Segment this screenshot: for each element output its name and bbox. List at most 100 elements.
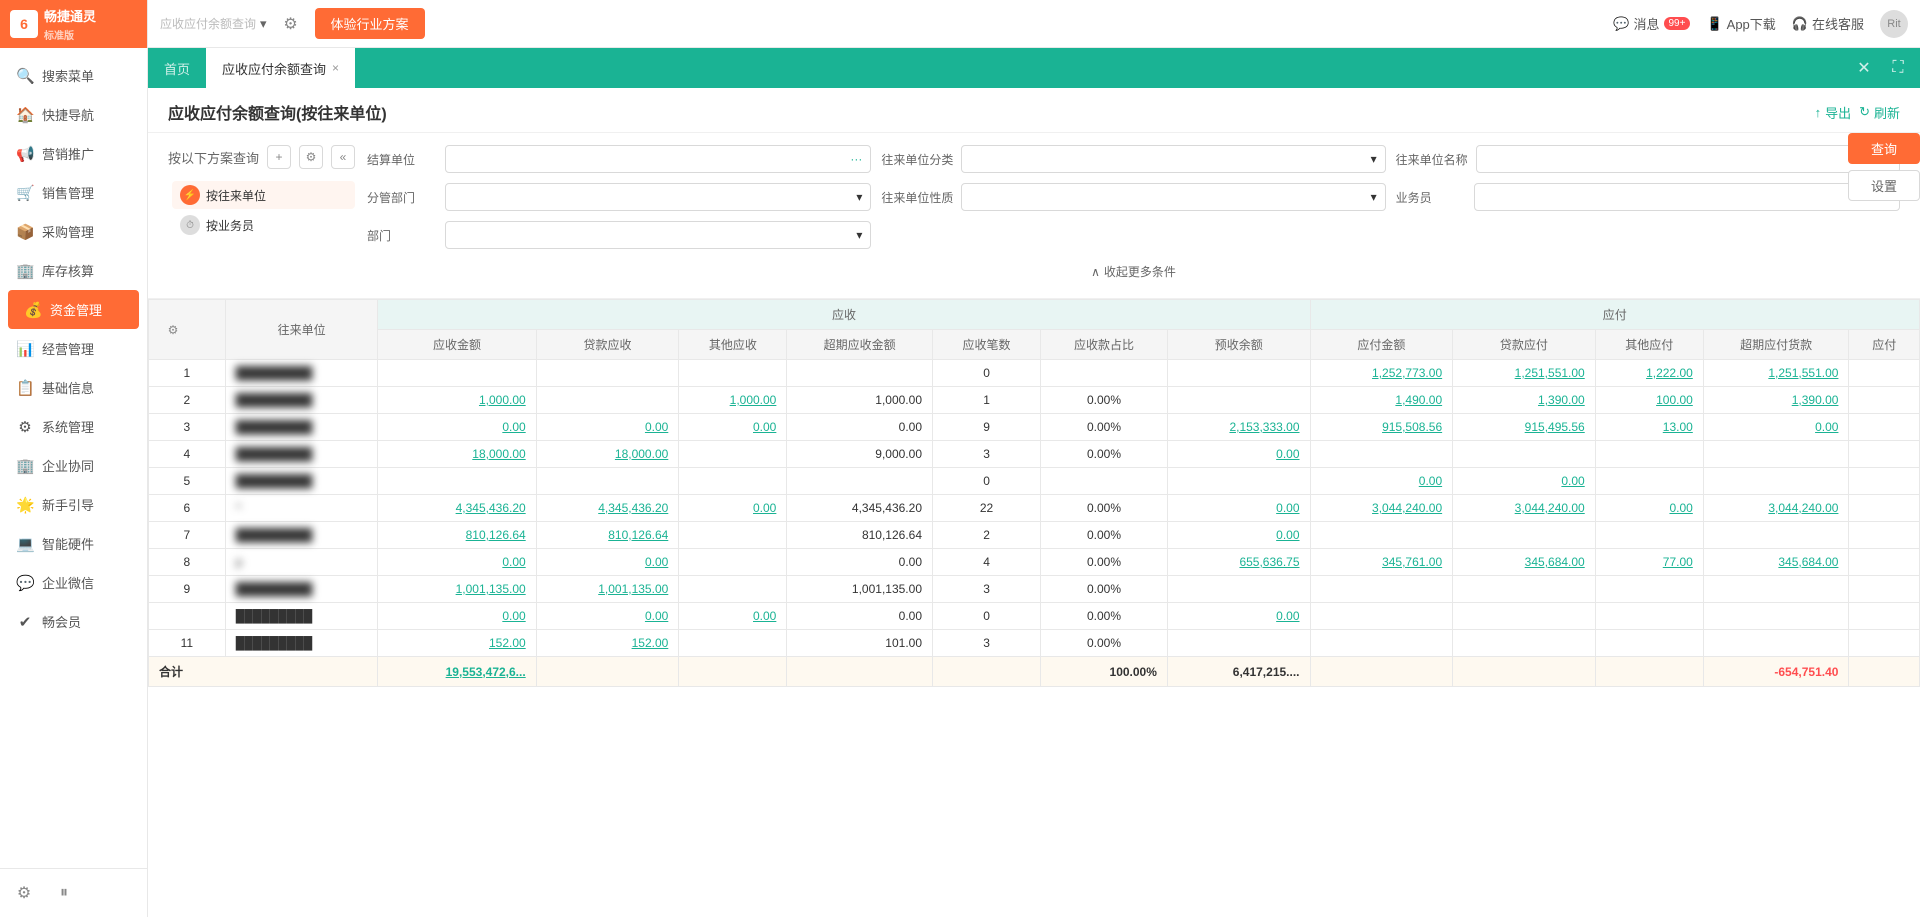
cell-rownum: 9 bbox=[149, 576, 226, 603]
cell-ar-ratio: 0.00% bbox=[1041, 495, 1168, 522]
export-icon: ↑ bbox=[1815, 105, 1822, 120]
sidebar-item-corp[interactable]: 🏢 企业协同 bbox=[0, 446, 147, 485]
app-download-btn[interactable]: 📱 App下载 bbox=[1706, 14, 1775, 33]
sidebar-item-marketing[interactable]: 📢 营销推广 bbox=[0, 134, 147, 173]
dept-input[interactable]: ▾ bbox=[445, 183, 871, 211]
main-content: 应收应付余额查询(按往来单位) ↑ 导出 ↻ 刷新 按以下方案查询 bbox=[148, 88, 1920, 917]
cell-ap-extra bbox=[1849, 576, 1920, 603]
department-input[interactable]: ▾ bbox=[445, 221, 871, 249]
refresh-btn[interactable]: ↻ 刷新 bbox=[1859, 103, 1900, 122]
app-icon: 📱 bbox=[1706, 16, 1722, 32]
unit-category-input[interactable]: ▾ bbox=[961, 145, 1385, 173]
department-label: 部门 bbox=[367, 227, 437, 244]
sidebar-icon-inventory: 🏢 bbox=[16, 262, 34, 280]
refresh-icon: ↻ bbox=[1859, 104, 1870, 120]
sidebar-item-ops[interactable]: 📊 经营管理 bbox=[0, 329, 147, 368]
sidebar-label-corp: 企业协同 bbox=[42, 456, 94, 475]
th-unit: 往来单位 bbox=[225, 300, 378, 360]
promo-btn[interactable]: 体验行业方案 bbox=[315, 8, 425, 39]
filter-unit-nature: 往来单位性质 ▾ bbox=[881, 183, 1385, 211]
collapse-scheme-btn[interactable]: « bbox=[331, 145, 355, 169]
export-btn[interactable]: ↑ 导出 bbox=[1815, 103, 1852, 122]
cell-ar-loan: 0.00 bbox=[536, 414, 679, 441]
cell-ar-loan: 4,345,436.20 bbox=[536, 495, 679, 522]
cell-ar-ratio: 0.00% bbox=[1041, 387, 1168, 414]
cell-ap-other: 0.00 bbox=[1595, 495, 1703, 522]
scheme-by-staff[interactable]: ⏱ 按业务员 bbox=[172, 211, 355, 239]
unit-name-input[interactable] bbox=[1476, 145, 1900, 173]
th-settings[interactable]: ⚙ bbox=[149, 300, 226, 360]
sidebar-item-system[interactable]: ⚙ 系统管理 bbox=[0, 407, 147, 446]
sidebar-item-basic[interactable]: 📋 基础信息 bbox=[0, 368, 147, 407]
tab-home[interactable]: 首页 bbox=[148, 48, 206, 88]
th-ap-group: 应付 bbox=[1310, 300, 1919, 330]
tab-ar-balance-label: 应收应付余额查询 bbox=[222, 59, 326, 78]
cell-ar-amount: 0.00 bbox=[378, 549, 536, 576]
sidebar-item-sales[interactable]: 🛒 销售管理 bbox=[0, 173, 147, 212]
cell-ar-loan: 810,126.64 bbox=[536, 522, 679, 549]
filter-scheme-panel: 按以下方案查询 + ⚙ « ⚡ 按往来单位 ⏱ 按业务员 bbox=[168, 145, 355, 286]
user-avatar[interactable]: Rit bbox=[1880, 10, 1908, 38]
sidebar-item-hardware[interactable]: 💻 智能硬件 bbox=[0, 524, 147, 563]
cell-ap-other bbox=[1595, 522, 1703, 549]
cell-ap-extra bbox=[1849, 549, 1920, 576]
salesman-input[interactable]: ··· bbox=[1474, 183, 1900, 211]
cell-ap-other: 1,222.00 bbox=[1595, 360, 1703, 387]
sidebar-item-search[interactable]: 🔍 搜索菜单 bbox=[0, 56, 147, 95]
settings-bottom-btn[interactable]: ⚙ bbox=[8, 877, 40, 909]
cell-ar-ratio: 0.00% bbox=[1041, 441, 1168, 468]
add-scheme-btn[interactable]: + bbox=[267, 145, 291, 169]
cell-advance: 0.00 bbox=[1167, 495, 1310, 522]
footer-label: 合计 bbox=[149, 657, 378, 687]
header-gear-btn[interactable]: ⚙ bbox=[277, 10, 305, 38]
cell-ap-loan bbox=[1453, 441, 1596, 468]
scheme-by-unit[interactable]: ⚡ 按往来单位 bbox=[172, 181, 355, 209]
sidebar-menu: 🔍 搜索菜单 🏠 快捷导航 📢 营销推广 🛒 销售管理 📦 采购管理 🏢 库存核… bbox=[0, 48, 147, 868]
table-row: 5 █████████ 0 0.00 0.00 bbox=[149, 468, 1920, 495]
query-btn[interactable]: 查询 bbox=[1848, 133, 1920, 164]
sidebar-item-inventory[interactable]: 🏢 库存核算 bbox=[0, 251, 147, 290]
unit-nature-label: 往来单位性质 bbox=[881, 189, 953, 206]
cell-ar-other bbox=[679, 630, 787, 657]
sidebar-item-quicknav[interactable]: 🏠 快捷导航 bbox=[0, 95, 147, 134]
tab-ar-balance[interactable]: 应收应付余额查询 × bbox=[206, 48, 355, 88]
sidebar-item-purchase[interactable]: 📦 采购管理 bbox=[0, 212, 147, 251]
collapse-sidebar-btn[interactable]: ⏸ bbox=[48, 877, 80, 909]
sidebar-item-funds[interactable]: 💰 资金管理 bbox=[8, 290, 139, 329]
unit-nature-input[interactable]: ▾ bbox=[961, 183, 1385, 211]
cell-ap-loan: 1,390.00 bbox=[1453, 387, 1596, 414]
cell-advance bbox=[1167, 576, 1310, 603]
sidebar-item-guide[interactable]: 🌟 新手引导 bbox=[0, 485, 147, 524]
cell-ap-other bbox=[1595, 468, 1703, 495]
cell-ar-count: 3 bbox=[933, 630, 1041, 657]
breadcrumb-chevron: ▾ bbox=[260, 16, 267, 32]
cell-ap-amount bbox=[1310, 603, 1453, 630]
footer-ar-amount[interactable]: 19,553,472,6... bbox=[378, 657, 536, 687]
edit-scheme-btn[interactable]: ⚙ bbox=[299, 145, 323, 169]
sidebar-label-inventory: 库存核算 bbox=[42, 261, 94, 280]
online-service-btn[interactable]: 🎧 在线客服 bbox=[1792, 14, 1864, 33]
tabbar-close-btn[interactable]: ✕ bbox=[1850, 54, 1878, 82]
sidebar-item-member[interactable]: ✔ 畅会员 bbox=[0, 602, 147, 641]
cell-ar-amount: 0.00 bbox=[378, 414, 536, 441]
cell-ar-amount: 0.00 bbox=[378, 603, 536, 630]
sidebar-item-wechat[interactable]: 💬 企业微信 bbox=[0, 563, 147, 602]
table-row: █████████ 0.00 0.00 0.00 0.00 0 0.00% 0.… bbox=[149, 603, 1920, 630]
tabbar-expand-btn[interactable]: ⛶ bbox=[1884, 54, 1912, 82]
cell-ar-other bbox=[679, 522, 787, 549]
cell-ar-amount bbox=[378, 468, 536, 495]
collapse-label: 收起更多条件 bbox=[1104, 263, 1176, 280]
cell-ap-other bbox=[1595, 576, 1703, 603]
tab-close-btn[interactable]: × bbox=[332, 61, 339, 75]
cell-advance: 2,153,333.00 bbox=[1167, 414, 1310, 441]
table-row: 6 ^ 4,345,436.20 4,345,436.20 0.00 4,345… bbox=[149, 495, 1920, 522]
cell-ar-overdue: 1,000.00 bbox=[787, 387, 933, 414]
sidebar-icon-marketing: 📢 bbox=[16, 145, 34, 163]
messages-btn[interactable]: 💬 消息 99+ bbox=[1613, 14, 1690, 33]
cell-rownum: 6 bbox=[149, 495, 226, 522]
settlement-unit-input[interactable]: ··· bbox=[445, 145, 871, 173]
nature-chevron: ▾ bbox=[1371, 190, 1377, 204]
collapse-more-btn[interactable]: ∧ 收起更多条件 bbox=[367, 257, 1900, 286]
cell-ap-loan: 915,495.56 bbox=[1453, 414, 1596, 441]
set-btn[interactable]: 设置 bbox=[1848, 170, 1920, 201]
